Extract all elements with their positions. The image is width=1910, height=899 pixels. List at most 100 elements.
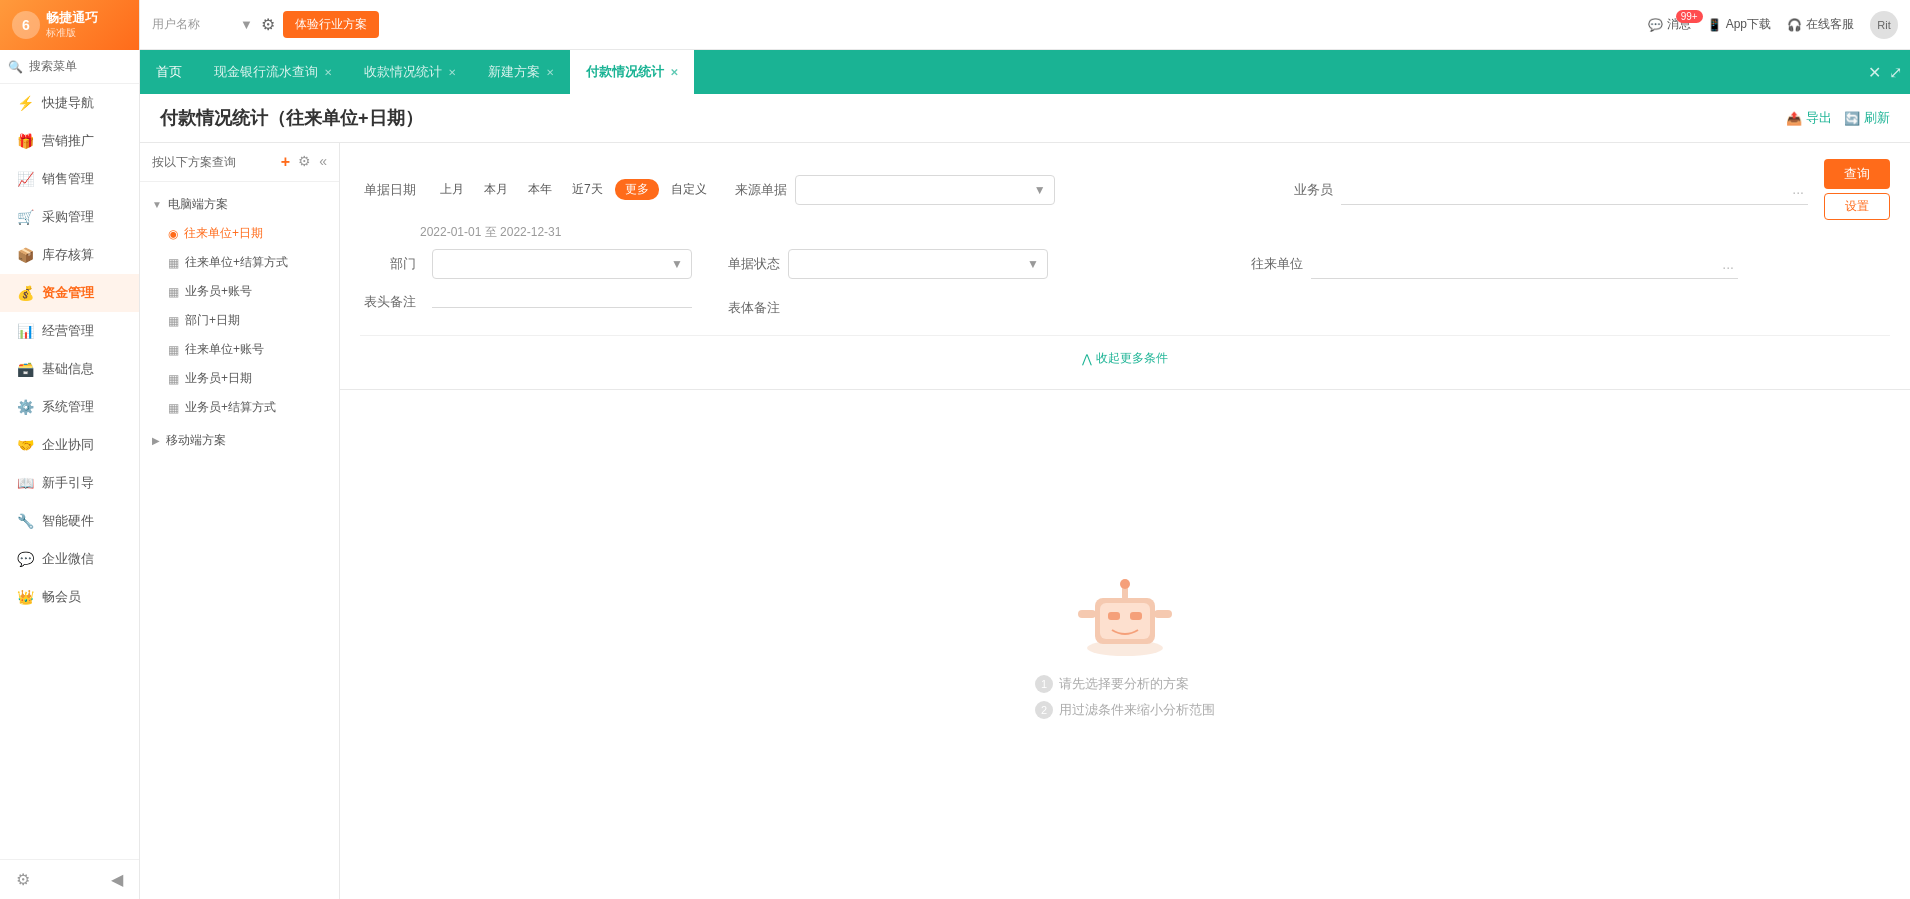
add-scheme-icon[interactable]: +	[281, 153, 290, 171]
svg-point-6	[1120, 579, 1130, 589]
sidebar-item-finance[interactable]: 💰资金管理	[0, 274, 139, 312]
sidebar-item-quick-nav[interactable]: ⚡快捷导航	[0, 84, 139, 122]
tab-label-bank-flow: 现金银行流水查询	[214, 63, 318, 81]
tab-close-bank-flow[interactable]: ✕	[324, 67, 332, 78]
dept-select[interactable]: ▼	[432, 249, 692, 279]
content-area: 按以下方案查询 + ⚙ « ▼电脑端方案◉往来单位+日期▦往来单位+结算方式▦业…	[140, 143, 1910, 899]
tab-label-receipt-stats: 收款情况统计	[364, 63, 442, 81]
industry-btn[interactable]: 体验行业方案	[283, 11, 379, 38]
logo-text: 畅捷通巧 标准版	[46, 10, 98, 40]
source-select[interactable]: ▼	[795, 175, 1055, 205]
date-label: 单据日期	[360, 181, 416, 199]
step2-text: 用过滤条件来缩小分析范围	[1059, 701, 1215, 719]
schema-item-icon: ▦	[168, 285, 179, 299]
group-label: 电脑端方案	[168, 196, 228, 213]
counterpart-label: 往来单位	[1247, 255, 1303, 273]
right-panel: 单据日期 上月本月本年近7天更多自定义 来源单据 ▼	[340, 143, 1910, 899]
schema-item-icon: ◉	[168, 227, 178, 241]
topbar-dropdown-icon[interactable]: ▼	[240, 17, 253, 32]
search-menu[interactable]: 🔍 搜索菜单	[0, 50, 139, 84]
tab-close-payment-stats[interactable]: ✕	[670, 67, 678, 78]
date-btn-上月[interactable]: 上月	[432, 179, 472, 200]
refresh-label: 刷新	[1864, 109, 1890, 127]
date-btn-近7天[interactable]: 近7天	[564, 179, 611, 200]
query-btn[interactable]: 查询	[1824, 159, 1890, 189]
collapse-sidebar-icon[interactable]: ◀	[111, 870, 123, 889]
refresh-btn[interactable]: 🔄 刷新	[1844, 109, 1890, 127]
topbar-gear-icon[interactable]: ⚙	[261, 15, 275, 34]
topbar-msg[interactable]: 💬 消息 99+	[1648, 16, 1691, 33]
system-label: 系统管理	[42, 398, 94, 416]
export-label: 导出	[1806, 109, 1832, 127]
status-select[interactable]: ▼	[788, 249, 1048, 279]
empty-state: 1 请先选择要分析的方案 2 用过滤条件来缩小分析范围	[340, 390, 1910, 899]
basic-label: 基础信息	[42, 360, 94, 378]
schema-item[interactable]: ◉往来单位+日期	[140, 219, 339, 248]
sidebar-item-purchase[interactable]: 🛒采购管理	[0, 198, 139, 236]
sidebar-item-wechat[interactable]: 💬企业微信	[0, 540, 139, 578]
schema-group-header[interactable]: ▼电脑端方案	[140, 190, 339, 219]
schema-item-label: 业务员+结算方式	[185, 399, 276, 416]
date-btn-本年[interactable]: 本年	[520, 179, 560, 200]
tab-close-receipt-stats[interactable]: ✕	[448, 67, 456, 78]
date-range-text: 2022-01-01 至 2022-12-31	[420, 225, 561, 239]
schema-group-header[interactable]: ▶移动端方案	[140, 426, 339, 455]
sidebar-item-inventory[interactable]: 📦库存核算	[0, 236, 139, 274]
collapse-conditions-btn[interactable]: ⋀ 收起更多条件	[1082, 344, 1168, 373]
settings-icon[interactable]: ⚙	[16, 870, 30, 889]
sidebar-item-guide[interactable]: 📖新手引导	[0, 464, 139, 502]
app-label: App下载	[1726, 16, 1771, 33]
schema-item-label: 业务员+日期	[185, 370, 252, 387]
topbar-username: 用户名称	[152, 16, 232, 33]
salesman-dots-icon[interactable]: ...	[1792, 181, 1804, 197]
setting-btn[interactable]: 设置	[1824, 193, 1890, 220]
topbar-app[interactable]: 📱 App下载	[1707, 16, 1771, 33]
date-btn-本月[interactable]: 本月	[476, 179, 516, 200]
date-btn-custom[interactable]: 自定义	[663, 179, 715, 200]
tabbar-expand-icon[interactable]: ⤢	[1889, 63, 1902, 82]
left-panel: 按以下方案查询 + ⚙ « ▼电脑端方案◉往来单位+日期▦往来单位+结算方式▦业…	[140, 143, 340, 899]
tabbar-close-icon[interactable]: ✕	[1868, 63, 1881, 82]
sidebar-item-sales[interactable]: 📈销售管理	[0, 160, 139, 198]
refresh-icon: 🔄	[1844, 111, 1860, 126]
note-header-input[interactable]	[432, 293, 692, 308]
member-icon: 👑	[16, 588, 34, 606]
export-btn[interactable]: 📤 导出	[1786, 109, 1832, 127]
tab-receipt-stats[interactable]: 收款情况统计 ✕	[348, 50, 472, 94]
schema-item[interactable]: ▦业务员+结算方式	[140, 393, 339, 422]
page-header-actions: 📤 导出 🔄 刷新	[1786, 109, 1890, 127]
sidebar-item-hardware[interactable]: 🔧智能硬件	[0, 502, 139, 540]
quick-nav-label: 快捷导航	[42, 94, 94, 112]
topbar-right: 💬 消息 99+ 📱 App下载 🎧 在线客服 Rit	[1648, 11, 1898, 39]
schema-item[interactable]: ▦部门+日期	[140, 306, 339, 335]
sidebar-item-system[interactable]: ⚙️系统管理	[0, 388, 139, 426]
tab-bank-flow[interactable]: 现金银行流水查询 ✕	[198, 50, 348, 94]
sidebar-item-operation[interactable]: 📊经营管理	[0, 312, 139, 350]
tab-new-scheme[interactable]: 新建方案✕	[472, 50, 570, 94]
schema-item[interactable]: ▦业务员+日期	[140, 364, 339, 393]
empty-step-1: 1 请先选择要分析的方案	[1035, 675, 1215, 693]
counterpart-dots-icon[interactable]: ...	[1722, 256, 1734, 272]
tab-home[interactable]: 首页	[140, 50, 198, 94]
topbar-service[interactable]: 🎧 在线客服	[1787, 16, 1854, 33]
date-btn-more[interactable]: 更多	[615, 179, 659, 200]
sidebar-item-basic[interactable]: 🗃️基础信息	[0, 350, 139, 388]
sidebar-footer: ⚙ ◀	[0, 859, 139, 899]
schema-item[interactable]: ▦业务员+账号	[140, 277, 339, 306]
scheme-collapse-icon[interactable]: «	[319, 153, 327, 171]
schema-item[interactable]: ▦往来单位+账号	[140, 335, 339, 364]
tab-payment-stats[interactable]: 付款情况统计✕	[570, 50, 694, 94]
sidebar-item-member[interactable]: 👑畅会员	[0, 578, 139, 616]
sidebar-item-marketing[interactable]: 🎁营销推广	[0, 122, 139, 160]
tabbar-right-actions: ✕⤢	[1868, 50, 1910, 94]
tab-close-new-scheme[interactable]: ✕	[546, 67, 554, 78]
schema-group: ▼电脑端方案◉往来单位+日期▦往来单位+结算方式▦业务员+账号▦部门+日期▦往来…	[140, 190, 339, 422]
filter-row-2: 部门 ▼ 单据状态 ▼ 往来单	[360, 249, 1890, 279]
schema-item[interactable]: ▦往来单位+结算方式	[140, 248, 339, 277]
inventory-label: 库存核算	[42, 246, 94, 264]
sidebar-item-enterprise[interactable]: 🤝企业协同	[0, 426, 139, 464]
topbar-avatar[interactable]: Rit	[1870, 11, 1898, 39]
step1-num: 1	[1035, 675, 1053, 693]
note-body-input[interactable]	[788, 293, 1048, 323]
scheme-settings-icon[interactable]: ⚙	[298, 153, 311, 171]
